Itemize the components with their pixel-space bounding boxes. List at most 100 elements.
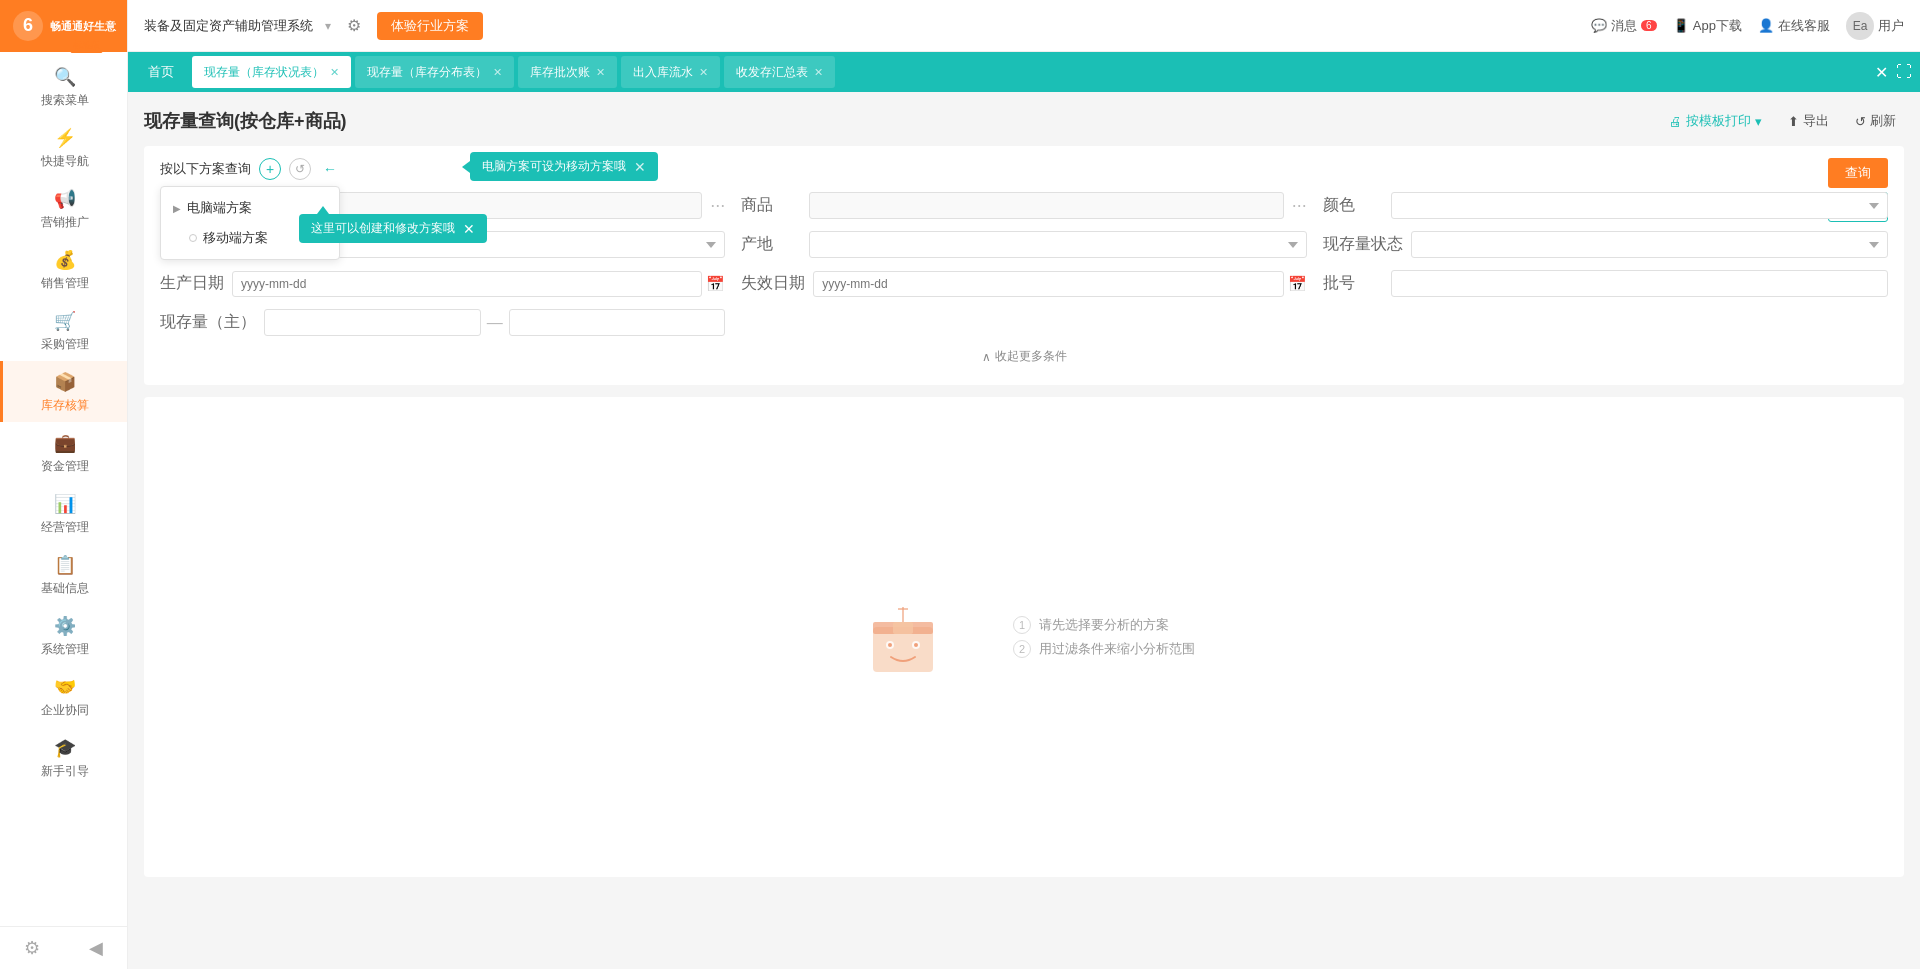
origin-input-wrap [809, 231, 1306, 258]
user-name-label: 用户 [1878, 17, 1904, 35]
sidebar-item-newbie[interactable]: 🎓 新手引导 [0, 727, 127, 788]
stock-range: — [264, 309, 725, 336]
print-template-btn[interactable]: 🖨 按模板打印 ▾ [1661, 108, 1770, 134]
sidebar-item-purchase[interactable]: 🛒 采购管理 [0, 300, 127, 361]
empty-svg [853, 587, 953, 687]
product-col: 商品 ··· [741, 192, 1306, 219]
tab-close-all-icon[interactable]: ✕ [1875, 63, 1888, 82]
sidebar-item-quick-nav[interactable]: ⚡ 快捷导航 [0, 117, 127, 178]
user-item[interactable]: Ea 用户 [1846, 12, 1904, 40]
tree-arrow: ▶ [173, 203, 181, 214]
sidebar-item-marketing[interactable]: 📢 营销推广 [0, 178, 127, 239]
edit-tooltip-text: 这里可以创建和修改方案哦 [311, 220, 455, 237]
warehouse-dots[interactable]: ··· [710, 195, 725, 216]
product-input[interactable] [809, 192, 1283, 219]
edit-tooltip-close[interactable]: ✕ [463, 221, 475, 237]
system-icon: ⚙️ [54, 615, 76, 637]
tab-expand-icon[interactable]: ⛶ [1896, 63, 1912, 81]
batch-input[interactable] [1391, 270, 1888, 297]
origin-col: 产地 [741, 231, 1306, 258]
operation-icon: 📊 [54, 493, 76, 515]
batch-input-wrap [1391, 270, 1888, 297]
tab-close-icon[interactable]: ✕ [699, 66, 708, 79]
stock-range-max[interactable] [509, 309, 726, 336]
app-download-item[interactable]: 📱 App下载 [1673, 17, 1742, 35]
sidebar-item-finance[interactable]: 💼 资金管理 [0, 422, 127, 483]
flash-icon: ⚡ [54, 127, 76, 149]
sidebar-item-system[interactable]: ⚙️ 系统管理 [0, 605, 127, 666]
tab-inventory-status[interactable]: 现存量（库存状况表） ✕ [192, 56, 351, 88]
tab-label: 库存批次账 [530, 64, 590, 81]
produce-date-input[interactable] [232, 271, 702, 297]
sidebar-item-basic[interactable]: 📋 基础信息 [0, 544, 127, 605]
collapse-up-icon: ∧ [982, 350, 991, 364]
message-icon: 💬 [1591, 18, 1607, 33]
sidebar-item-label: 基础信息 [41, 580, 89, 597]
stock-range-min[interactable] [264, 309, 481, 336]
message-item[interactable]: 💬 消息 6 [1591, 17, 1657, 35]
collapse-btn[interactable]: ∧ 收起更多条件 [982, 348, 1067, 365]
sidebar-item-search[interactable]: 🔍 搜索菜单 [0, 56, 127, 117]
header-settings-icon[interactable]: ⚙ [347, 16, 361, 35]
add-scheme-btn[interactable]: + [259, 158, 281, 180]
sidebar-item-sales[interactable]: 💰 销售管理 [0, 239, 127, 300]
tab-inout-flow[interactable]: 出入库流水 ✕ [621, 56, 720, 88]
scheme-tooltip-close[interactable]: ✕ [634, 159, 646, 175]
svg-point-8 [914, 643, 918, 647]
scheme-pc-label: 电脑端方案 [187, 199, 252, 217]
sidebar-nav: 🔍 搜索菜单 ⚡ 快捷导航 📢 营销推广 💰 销售管理 🛒 采购管理 📦 库存核… [0, 52, 127, 926]
sidebar-item-label: 销售管理 [41, 275, 89, 292]
tab-label: 现存量（库存状况表） [204, 64, 324, 81]
inventory-icon: 📦 [54, 371, 76, 393]
collapse-sidebar-icon[interactable]: ◀ [89, 937, 103, 959]
produce-calendar-icon[interactable]: 📅 [706, 275, 725, 293]
finance-icon: 💼 [54, 432, 76, 454]
trial-button[interactable]: 体验行业方案 [377, 12, 483, 40]
export-btn[interactable]: ⬆ 导出 [1780, 108, 1837, 134]
origin-select[interactable] [809, 231, 1306, 258]
color-col: 颜色 [1323, 192, 1888, 219]
page-title: 现存量查询(按仓库+商品) [144, 109, 347, 133]
refresh-icon: ↺ [1855, 114, 1866, 129]
sidebar-item-label: 库存核算 [41, 397, 89, 414]
tab-summary[interactable]: 收发存汇总表 ✕ [724, 56, 835, 88]
tab-batch-account[interactable]: 库存批次账 ✕ [518, 56, 617, 88]
tab-close-icon[interactable]: ✕ [814, 66, 823, 79]
empty-hint-1: 1 请先选择要分析的方案 [1013, 616, 1195, 634]
product-label: 商品 [741, 195, 801, 216]
tab-close-icon[interactable]: ✕ [596, 66, 605, 79]
app-download-label: App下载 [1693, 17, 1742, 35]
tab-close-icon[interactable]: ✕ [493, 66, 502, 79]
color-select[interactable] [1391, 192, 1888, 219]
result-area: 1 请先选择要分析的方案 2 用过滤条件来缩小分析范围 [144, 397, 1904, 877]
tab-home[interactable]: 首页 [132, 52, 190, 92]
product-dots[interactable]: ··· [1292, 195, 1307, 216]
refresh-scheme-btn[interactable]: ↺ [289, 158, 311, 180]
refresh-btn[interactable]: ↺ 刷新 [1847, 108, 1904, 134]
sidebar-item-inventory[interactable]: 📦 库存核算 [0, 361, 127, 422]
arrow-left-btn[interactable]: ← [319, 158, 341, 180]
empty-illustration [853, 587, 953, 687]
stock-status-col: 现存量状态 [1323, 231, 1888, 258]
tab-inventory-dist[interactable]: 现存量（库存分布表） ✕ [355, 56, 514, 88]
sidebar-item-operation[interactable]: 📊 经营管理 [0, 483, 127, 544]
tab-close-icon[interactable]: ✕ [330, 66, 339, 79]
purchase-icon: 🛒 [54, 310, 76, 332]
sidebar-item-label: 营销推广 [41, 214, 89, 231]
online-service-item[interactable]: 👤 在线客服 [1758, 17, 1830, 35]
stock-status-select[interactable] [1411, 231, 1888, 258]
settings-bottom-icon[interactable]: ⚙ [24, 937, 40, 959]
batch-col: 批号 [1323, 270, 1888, 297]
sidebar-item-label: 企业协同 [41, 702, 89, 719]
avatar: Ea [1846, 12, 1874, 40]
sidebar-item-label: 新手引导 [41, 763, 89, 780]
expire-calendar-icon[interactable]: 📅 [1288, 275, 1307, 293]
sidebar-item-enterprise[interactable]: 🤝 企业协同 [0, 666, 127, 727]
system-dropdown-icon[interactable]: ▾ [325, 19, 331, 33]
app-icon: 📱 [1673, 18, 1689, 33]
search-button[interactable]: 查询 [1828, 158, 1888, 188]
stock-main-col: 现存量（主） — [160, 309, 725, 336]
filter-row-4: 现存量（主） — [160, 309, 1888, 336]
expire-date-input[interactable] [813, 271, 1283, 297]
marketing-icon: 📢 [54, 188, 76, 210]
